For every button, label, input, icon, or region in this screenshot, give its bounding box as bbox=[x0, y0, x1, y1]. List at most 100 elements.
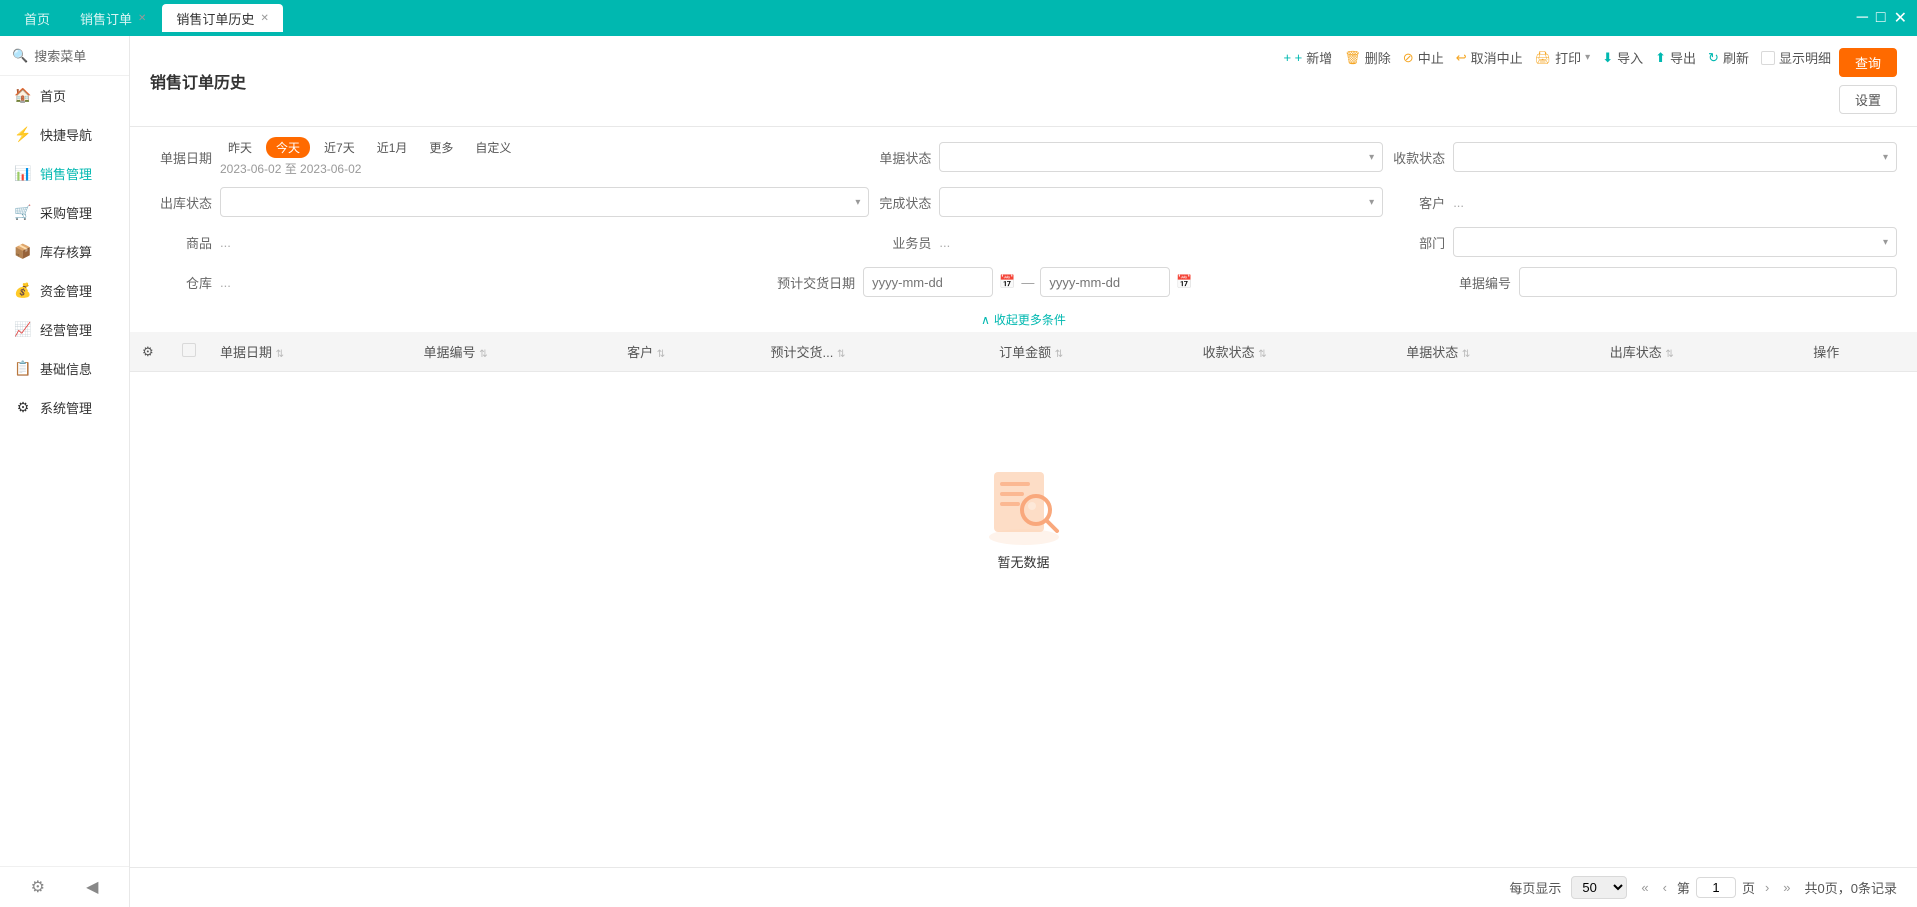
display-detail-check[interactable]: 显示明细 bbox=[1761, 48, 1831, 67]
department-arrow-icon: ▾ bbox=[1883, 237, 1888, 248]
export-button[interactable]: ⬆ 导出 bbox=[1655, 48, 1696, 67]
date-tag-yesterday[interactable]: 昨天 bbox=[220, 137, 260, 158]
last-page-button[interactable]: » bbox=[1779, 878, 1794, 897]
prev-page-button[interactable]: ‹ bbox=[1659, 878, 1671, 897]
cancel-stop-button[interactable]: ↩ 取消中止 bbox=[1456, 48, 1523, 67]
window-maximize-icon[interactable]: □ bbox=[1876, 9, 1886, 27]
date-tag-1month[interactable]: 近1月 bbox=[369, 137, 416, 158]
purchase-icon: 🛒 bbox=[14, 204, 32, 222]
settings-bottom-icon[interactable]: ⚙ bbox=[31, 877, 45, 897]
table-check-header[interactable] bbox=[170, 332, 208, 372]
order-status-select[interactable]: ▾ bbox=[939, 142, 1383, 172]
calendar-end-icon[interactable]: 📅 bbox=[1176, 274, 1192, 290]
product-dots[interactable]: ... bbox=[220, 235, 231, 250]
sidebar-item-inventory[interactable]: 📦 库存核算 bbox=[0, 232, 129, 271]
window-close-icon[interactable]: ✕ bbox=[1894, 8, 1907, 28]
sidebar-item-operation[interactable]: 📈 经营管理 bbox=[0, 310, 129, 349]
query-button[interactable]: 查询 bbox=[1839, 48, 1897, 77]
salesperson-dots[interactable]: ... bbox=[939, 235, 950, 250]
filter-row-2: 出库状态 ▾ 完成状态 ▾ bbox=[150, 187, 1897, 217]
window-minimize-icon[interactable]: ─ bbox=[1857, 9, 1868, 27]
col-order-no-sort-icon: ⇅ bbox=[479, 349, 487, 360]
page-header: 销售订单历史 + 新增 🗑 删除 ⊘ 中止 bbox=[130, 36, 1917, 127]
filter-salesperson: 业务员 ... bbox=[869, 233, 1383, 252]
col-customer[interactable]: 客户 ⇅ bbox=[615, 332, 758, 372]
col-order-status[interactable]: 单据状态 ⇅ bbox=[1394, 332, 1598, 372]
print-label: 打印 bbox=[1555, 48, 1581, 67]
current-page-input[interactable] bbox=[1696, 877, 1736, 898]
sidebar-item-sales[interactable]: 📊 销售管理 bbox=[0, 154, 129, 193]
order-no-label: 单据编号 bbox=[1449, 273, 1519, 292]
complete-status-select[interactable]: ▾ bbox=[939, 187, 1383, 217]
pay-status-select[interactable]: ▾ bbox=[1453, 142, 1897, 172]
refresh-label: 刷新 bbox=[1723, 48, 1749, 67]
first-page-button[interactable]: « bbox=[1637, 878, 1652, 897]
table-settings-header[interactable]: ⚙ bbox=[130, 332, 170, 372]
tab-sales-order-close[interactable]: ✕ bbox=[138, 13, 146, 24]
stop-button[interactable]: ⊘ 中止 bbox=[1403, 48, 1444, 67]
col-delivery[interactable]: 预计交货... ⇅ bbox=[759, 332, 988, 372]
page-nav: « ‹ 第 页 › » bbox=[1637, 877, 1794, 898]
col-pay-status[interactable]: 收款状态 ⇅ bbox=[1191, 332, 1395, 372]
per-page-label: 每页显示 bbox=[1509, 878, 1561, 897]
col-date[interactable]: 单据日期 ⇅ bbox=[208, 332, 412, 372]
warehouse-dots[interactable]: ... bbox=[220, 275, 231, 290]
delivery-date-start[interactable] bbox=[863, 267, 993, 297]
calendar-start-icon[interactable]: 📅 bbox=[999, 274, 1015, 290]
order-status-arrow-icon: ▾ bbox=[1369, 152, 1374, 163]
filter-order-no: 单据编号 bbox=[1449, 267, 1897, 297]
order-no-input[interactable] bbox=[1519, 267, 1897, 297]
date-tag-today[interactable]: 今天 bbox=[266, 137, 310, 158]
delete-button[interactable]: 🗑 删除 bbox=[1344, 48, 1391, 67]
sidebar-search[interactable]: 🔍 搜索菜单 bbox=[0, 36, 129, 76]
sidebar-item-purchase[interactable]: 🛒 采购管理 bbox=[0, 193, 129, 232]
filter-delivery-date: 预计交货日期 📅 — 📅 bbox=[777, 267, 1449, 297]
sidebar-item-system[interactable]: ⚙ 系统管理 bbox=[0, 388, 129, 427]
system-icon: ⚙ bbox=[14, 399, 32, 417]
filter-row-3: 商品 ... 业务员 ... 部门 bbox=[150, 227, 1897, 257]
delivery-status-select[interactable]: ▾ bbox=[220, 187, 869, 217]
print-button[interactable]: 🖨 打印 ▾ bbox=[1535, 48, 1591, 67]
next-page-button[interactable]: › bbox=[1761, 878, 1773, 897]
delete-icon: 🗑 bbox=[1344, 50, 1361, 66]
sidebar-item-quick-nav[interactable]: ⚡ 快捷导航 bbox=[0, 115, 129, 154]
header-actions: + 新增 🗑 删除 ⊘ 中止 ↩ 取消中止 bbox=[1283, 48, 1897, 114]
col-delivery-status[interactable]: 出库状态 ⇅ bbox=[1598, 332, 1802, 372]
sidebar: 🔍 搜索菜单 🏠 首页 ⚡ 快捷导航 📊 销售管理 🛒 采购管理 📦 库存核算 … bbox=[0, 36, 130, 907]
sidebar-item-finance[interactable]: 💰 资金管理 bbox=[0, 271, 129, 310]
sidebar-item-home[interactable]: 🏠 首页 bbox=[0, 76, 129, 115]
col-actions: 操作 bbox=[1801, 332, 1917, 372]
display-detail-checkbox[interactable] bbox=[1761, 51, 1775, 65]
delivery-date-end[interactable] bbox=[1040, 267, 1170, 297]
tab-sales-order[interactable]: 销售订单 ✕ bbox=[66, 4, 160, 32]
date-tag-7days[interactable]: 近7天 bbox=[316, 137, 363, 158]
col-amount[interactable]: 订单金额 ⇅ bbox=[987, 332, 1191, 372]
tab-sales-order-label: 销售订单 bbox=[80, 9, 132, 28]
per-page-select[interactable]: 50 100 200 bbox=[1571, 876, 1627, 899]
delivery-status-control: ▾ bbox=[220, 187, 869, 217]
settings-button[interactable]: 设置 bbox=[1839, 85, 1897, 114]
tab-sales-history-close[interactable]: ✕ bbox=[260, 13, 268, 24]
col-pay-status-sort-icon: ⇅ bbox=[1258, 349, 1266, 360]
top-bar-controls: ─ □ ✕ bbox=[1857, 8, 1907, 28]
page-title: 销售订单历史 bbox=[150, 69, 246, 93]
sidebar-item-basic[interactable]: 📋 基础信息 bbox=[0, 349, 129, 388]
department-select[interactable]: ▾ bbox=[1453, 227, 1897, 257]
stop-icon: ⊘ bbox=[1403, 50, 1414, 66]
new-button[interactable]: + 新增 bbox=[1283, 48, 1332, 67]
customer-dots[interactable]: ... bbox=[1453, 195, 1464, 210]
import-button[interactable]: ⬇ 导入 bbox=[1602, 48, 1643, 67]
date-tag-more[interactable]: 更多 bbox=[421, 137, 461, 158]
tab-sales-history[interactable]: 销售订单历史 ✕ bbox=[162, 4, 282, 32]
col-order-no[interactable]: 单据编号 ⇅ bbox=[412, 332, 616, 372]
print-icon: 🖨 bbox=[1535, 50, 1552, 66]
collapse-sidebar-icon[interactable]: ◀ bbox=[86, 877, 98, 897]
refresh-button[interactable]: ↻ 刷新 bbox=[1708, 48, 1749, 67]
tab-home[interactable]: 首页 bbox=[10, 4, 64, 32]
date-tag-custom[interactable]: 自定义 bbox=[467, 137, 519, 158]
stop-label: 中止 bbox=[1418, 48, 1444, 67]
filter-delivery-status: 出库状态 ▾ bbox=[150, 187, 869, 217]
filter-complete-status: 完成状态 ▾ bbox=[869, 187, 1383, 217]
collapse-button[interactable]: ∧ 收起更多条件 bbox=[150, 307, 1897, 332]
date-tags: 昨天 今天 近7天 近1月 更多 自定义 bbox=[220, 137, 519, 158]
